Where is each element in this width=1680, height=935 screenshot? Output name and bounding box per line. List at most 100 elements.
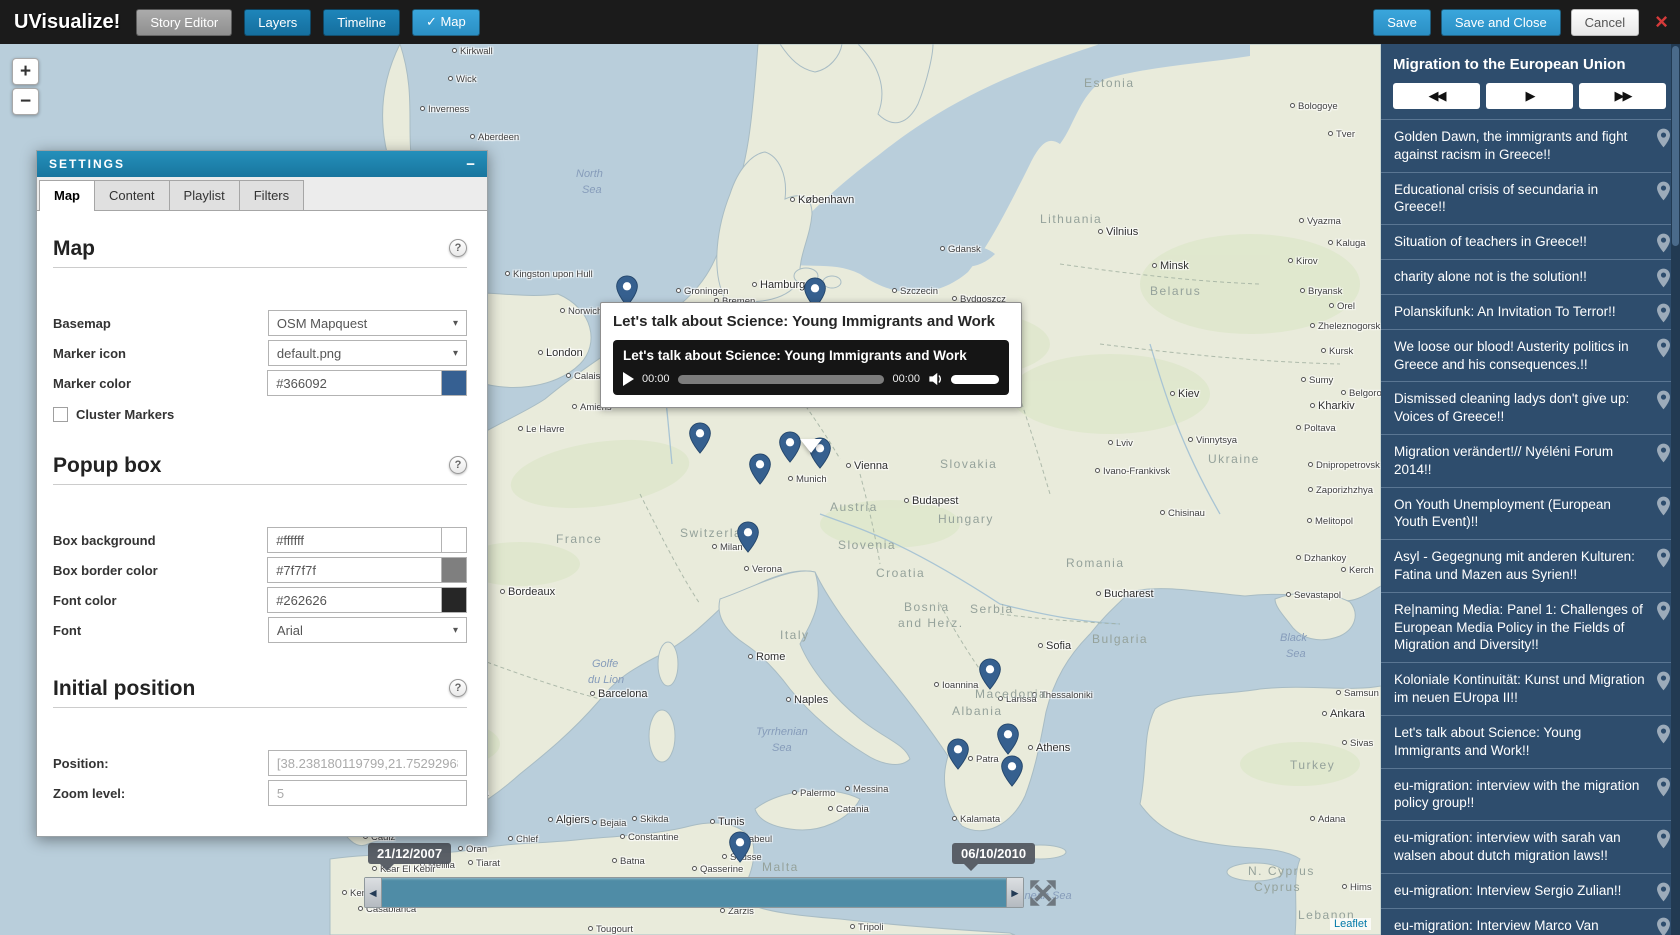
map-label: Hungary — [938, 512, 994, 526]
position-input[interactable] — [267, 750, 467, 776]
basemap-select[interactable]: OSM Mapquest ▾ — [267, 310, 467, 336]
marker-color-input[interactable] — [267, 370, 442, 396]
city-dot-icon — [358, 906, 363, 911]
progress-bar[interactable] — [677, 374, 885, 384]
playlist-item[interactable]: Golden Dawn, the immigrants and fight ag… — [1381, 120, 1680, 173]
map-label: Black — [1280, 632, 1307, 644]
map-label: Bucharest — [1096, 588, 1154, 600]
playlist-item[interactable]: eu-migration: interview with the migrati… — [1381, 769, 1680, 822]
map-label: Algiers — [548, 814, 590, 826]
map-marker-pin-icon[interactable] — [737, 521, 760, 558]
basemap-label: Basemap — [53, 315, 111, 331]
map-label: Szczecin — [892, 286, 938, 297]
font-select[interactable]: Arial ▾ — [267, 617, 467, 643]
location-pin-icon — [1656, 724, 1671, 749]
action-button[interactable]: Save and Close — [1440, 8, 1561, 36]
settings-tab[interactable]: Filters — [238, 180, 305, 210]
timeline-slider[interactable]: ◄ ► — [364, 877, 1024, 908]
minimize-icon[interactable]: − — [466, 156, 475, 173]
box-border-color-swatch[interactable] — [441, 557, 467, 583]
help-icon[interactable]: ? — [449, 456, 467, 474]
zoom-in-button[interactable]: + — [12, 58, 39, 85]
app-title: UVisualize! — [14, 10, 121, 33]
map-marker-pin-icon[interactable] — [779, 431, 802, 468]
playlist-item[interactable]: On Youth Unemployment (European Youth Ev… — [1381, 488, 1680, 541]
city-dot-icon — [566, 373, 571, 378]
playlist-control-button[interactable]: ▶▶ — [1579, 83, 1666, 109]
leaflet-attribution[interactable]: Leaflet — [1330, 918, 1372, 930]
playlist-item[interactable]: Educational crisis of secundaria in Gree… — [1381, 173, 1680, 226]
playlist-item[interactable]: Koloniale Kontinuität: Kunst und Migrati… — [1381, 663, 1680, 716]
close-icon[interactable]: × — [1655, 11, 1668, 33]
map-marker-pin-icon[interactable] — [729, 831, 752, 868]
playlist-item[interactable]: eu-migration: Interview Marco Van Haeghe… — [1381, 909, 1680, 935]
city-dot-icon — [1098, 229, 1103, 234]
box-border-color-input[interactable] — [267, 557, 442, 583]
map-label: Calais — [566, 371, 600, 382]
city-dot-icon — [468, 860, 473, 865]
settings-tab[interactable]: Content — [94, 180, 170, 210]
city-dot-icon — [1188, 437, 1193, 442]
map-marker-pin-icon[interactable] — [689, 422, 712, 459]
map-label: Tiarat — [468, 858, 500, 869]
map-marker-pin-icon[interactable] — [947, 738, 970, 775]
city-dot-icon — [560, 308, 565, 313]
playlist-item[interactable]: Asyl - Gegegnung mit anderen Kulturen: F… — [1381, 540, 1680, 593]
playlist-item[interactable]: eu-migration: Interview Sergio Zulian!! — [1381, 874, 1680, 909]
play-icon[interactable] — [623, 372, 634, 386]
map-marker-pin-icon[interactable] — [1001, 755, 1024, 792]
playlist-item[interactable]: Let's talk about Science: Young Immigran… — [1381, 716, 1680, 769]
box-background-input[interactable] — [267, 527, 442, 553]
playlist-item[interactable]: charity alone not is the solution!! — [1381, 260, 1680, 295]
nav-button[interactable]: Layers — [244, 8, 312, 36]
playlist-sidebar: Migration to the European Union ◀◀ ▶ ▶▶ … — [1381, 44, 1680, 935]
map-marker-pin-icon[interactable] — [979, 658, 1002, 695]
playlist-item[interactable]: Migration verändert!// Nyéléni Forum 201… — [1381, 435, 1680, 488]
map-label: Slovakia — [940, 457, 998, 471]
playlist-control-button[interactable]: ▶ — [1486, 83, 1573, 109]
font-color-input[interactable] — [267, 587, 442, 613]
action-button[interactable]: Save — [1373, 8, 1431, 36]
map-label: Cyprus — [1254, 880, 1302, 894]
playlist-control-button[interactable]: ◀◀ — [1393, 83, 1480, 109]
cluster-markers-checkbox[interactable] — [53, 406, 68, 422]
section-heading: Initial position — [53, 677, 196, 700]
nav-button[interactable]: Timeline — [323, 8, 400, 36]
help-icon[interactable]: ? — [449, 679, 467, 697]
timeline-left-handle-icon[interactable]: ◄ — [365, 878, 382, 907]
timeline-expand-icon[interactable] — [1026, 876, 1060, 915]
map-label: Sea — [582, 184, 602, 196]
section-heading: Map — [53, 237, 95, 260]
playlist-item[interactable]: We loose our blood! Austerity politics i… — [1381, 330, 1680, 383]
nav-button[interactable]: Story Editor — [136, 8, 233, 36]
playlist-item[interactable]: Dismissed cleaning ladys don't give up: … — [1381, 382, 1680, 435]
font-color-swatch[interactable] — [441, 587, 467, 613]
action-button[interactable]: Cancel — [1570, 8, 1640, 36]
speaker-icon[interactable] — [928, 372, 943, 386]
volume-bar[interactable] — [951, 374, 999, 384]
timeline-right-handle-icon[interactable]: ► — [1006, 878, 1023, 907]
map-label: Poltava — [1296, 423, 1336, 434]
zoom-out-button[interactable]: − — [12, 88, 39, 115]
box-background-swatch[interactable] — [441, 527, 467, 553]
map-label: Orel — [1329, 301, 1355, 312]
help-icon[interactable]: ? — [449, 239, 467, 257]
map-marker-pin-icon[interactable] — [749, 453, 772, 490]
city-dot-icon — [1310, 403, 1315, 408]
playlist-item[interactable]: Re|naming Media: Panel 1: Challenges of … — [1381, 593, 1680, 664]
settings-tab[interactable]: Playlist — [168, 180, 240, 210]
sidebar-scrollbar-thumb[interactable] — [1672, 46, 1679, 246]
location-pin-icon — [1656, 128, 1671, 153]
city-dot-icon — [508, 836, 513, 841]
city-dot-icon — [612, 858, 617, 863]
marker-color-swatch[interactable] — [441, 370, 467, 396]
sidebar-scrollbar[interactable] — [1671, 44, 1680, 935]
playlist-item[interactable]: Situation of teachers in Greece!! — [1381, 225, 1680, 261]
city-dot-icon — [620, 834, 625, 839]
nav-button[interactable]: ✓ Map — [411, 8, 480, 36]
playlist-item[interactable]: Polanskifunk: An Invitation To Terror!! — [1381, 295, 1680, 330]
settings-tab[interactable]: Map — [39, 180, 95, 211]
zoom-level-input[interactable] — [267, 780, 467, 806]
playlist-item[interactable]: eu-migration: interview with sarah van w… — [1381, 821, 1680, 874]
marker-icon-select[interactable]: default.png ▾ — [267, 340, 467, 366]
